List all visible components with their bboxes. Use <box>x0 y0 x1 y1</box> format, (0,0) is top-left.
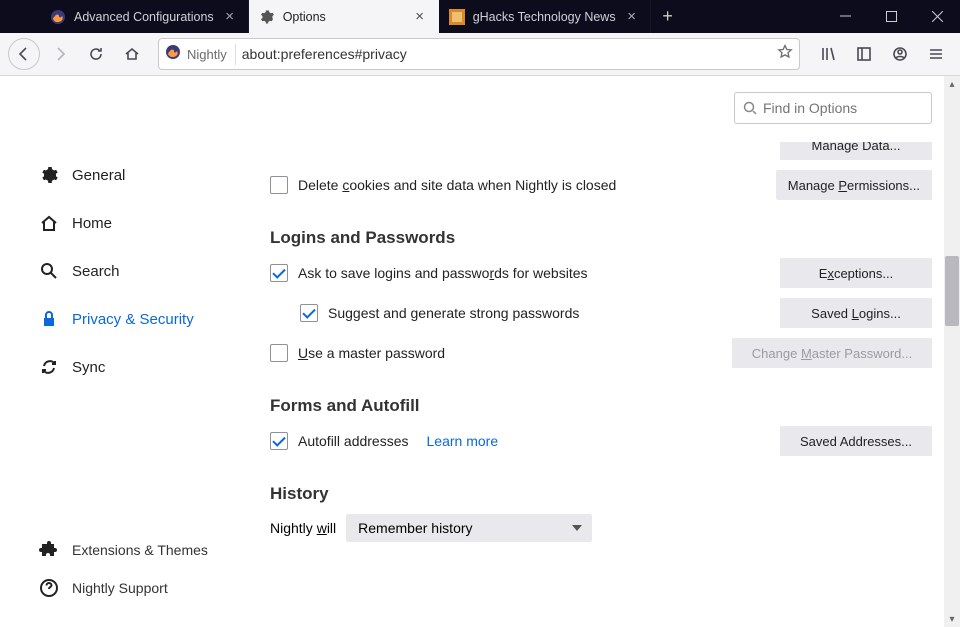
home-button[interactable] <box>116 38 148 70</box>
home-icon <box>38 213 60 233</box>
sidebar-label: Extensions & Themes <box>72 542 208 558</box>
app-menu-button[interactable] <box>920 38 952 70</box>
search-icon <box>742 100 758 121</box>
checkbox-label: Suggest and generate strong passwords <box>328 305 579 321</box>
lock-icon <box>38 309 60 329</box>
change-master-password-button: Change Master Password... <box>732 338 932 368</box>
history-mode-row: Nightly will Remember history <box>270 514 932 542</box>
prefs-main: Manage Data... Delete cookies and site d… <box>240 76 960 627</box>
titlebar: Advanced Configurations × Options × gHac… <box>0 0 960 33</box>
master-password-checkbox[interactable] <box>270 344 288 362</box>
delete-cookies-checkbox[interactable] <box>270 176 288 194</box>
sidebar-item-general[interactable]: General <box>38 151 240 199</box>
firefox-logo-icon <box>165 44 181 65</box>
checkbox-label: Ask to save logins and passwords for web… <box>298 265 588 281</box>
sidebar-label: General <box>72 167 125 184</box>
find-wrap <box>734 92 932 124</box>
sidebar-item-search[interactable]: Search <box>38 247 240 295</box>
suggest-strong-row: Suggest and generate strong passwords <box>300 304 579 322</box>
tab-label: Advanced Configurations <box>74 10 214 24</box>
search-icon <box>38 261 60 281</box>
sidebar-item-support[interactable]: Nightly Support <box>38 569 240 607</box>
ask-save-logins-row: Ask to save logins and passwords for web… <box>270 264 588 282</box>
help-icon <box>38 578 60 598</box>
checkbox-label: Use a master password <box>298 345 445 361</box>
gear-icon <box>38 165 60 185</box>
autofill-addresses-checkbox[interactable] <box>270 432 288 450</box>
find-in-options-input[interactable] <box>734 92 932 124</box>
account-button[interactable] <box>884 38 916 70</box>
firefox-icon <box>50 9 66 25</box>
minimize-button[interactable] <box>822 0 868 33</box>
tab-label: gHacks Technology News <box>473 10 616 24</box>
sidebar-label: Sync <box>72 359 105 376</box>
master-password-row: Use a master password <box>270 344 445 362</box>
sidebar-item-privacy[interactable]: Privacy & Security <box>38 295 240 343</box>
checkbox-label: Delete cookies and site data when Nightl… <box>298 177 616 193</box>
identity-box[interactable]: Nightly <box>165 44 236 65</box>
reload-button[interactable] <box>80 38 112 70</box>
ghacks-icon <box>449 9 465 25</box>
ask-save-logins-checkbox[interactable] <box>270 264 288 282</box>
history-label: Nightly will <box>270 520 336 536</box>
checkbox-label: Autofill addresses <box>298 433 409 449</box>
scroll-down-icon[interactable]: ▾ <box>944 611 960 627</box>
gear-icon <box>259 9 275 25</box>
section-logins-title: Logins and Passwords <box>270 228 932 248</box>
tab-strip: Advanced Configurations × Options × gHac… <box>0 0 822 33</box>
new-tab-button[interactable]: + <box>651 0 685 33</box>
navbar: Nightly about:preferences#privacy <box>0 33 960 76</box>
scroll-up-icon[interactable]: ▴ <box>944 76 960 92</box>
delete-cookies-row: Delete cookies and site data when Nightl… <box>270 176 616 194</box>
window-controls <box>822 0 960 33</box>
close-icon[interactable]: × <box>412 9 428 25</box>
sidebar-label: Nightly Support <box>72 580 168 596</box>
forward-button <box>44 38 76 70</box>
bookmark-star-icon[interactable] <box>777 44 793 65</box>
manage-data-button[interactable]: Manage Data... <box>780 142 932 160</box>
sidebar-button[interactable] <box>848 38 880 70</box>
sidebar-label: Privacy & Security <box>72 311 194 328</box>
url-bar[interactable]: Nightly about:preferences#privacy <box>158 38 800 70</box>
saved-addresses-button[interactable]: Saved Addresses... <box>780 426 932 456</box>
content-scrollbar[interactable]: ▴ ▾ <box>944 76 960 627</box>
sidebar-label: Home <box>72 215 112 232</box>
close-icon[interactable]: × <box>222 9 238 25</box>
puzzle-icon <box>38 540 60 560</box>
tab-ghacks[interactable]: gHacks Technology News × <box>439 0 651 33</box>
tab-options[interactable]: Options × <box>249 0 439 33</box>
history-mode-select[interactable]: Remember history <box>346 514 592 542</box>
url-text: about:preferences#privacy <box>242 46 771 62</box>
section-history-title: History <box>270 484 932 504</box>
sync-icon <box>38 357 60 377</box>
sidebar-item-sync[interactable]: Sync <box>38 343 240 391</box>
exceptions-button[interactable]: Exceptions... <box>780 258 932 288</box>
library-button[interactable] <box>812 38 844 70</box>
close-icon[interactable]: × <box>624 9 640 25</box>
suggest-strong-checkbox[interactable] <box>300 304 318 322</box>
sidebar-label: Search <box>72 263 120 280</box>
autofill-addresses-row: Autofill addresses Learn more <box>270 432 498 450</box>
tab-advanced-config[interactable]: Advanced Configurations × <box>40 0 249 33</box>
prefs-body: Manage Data... Delete cookies and site d… <box>240 76 932 542</box>
identity-label: Nightly <box>187 47 227 62</box>
sidebar-bottom: Extensions & Themes Nightly Support <box>38 531 240 607</box>
manage-permissions-button[interactable]: Manage Permissions... <box>776 170 932 200</box>
back-button[interactable] <box>8 38 40 70</box>
maximize-button[interactable] <box>868 0 914 33</box>
learn-more-link[interactable]: Learn more <box>427 433 499 449</box>
prefs-sidebar: General Home Search Privacy & Security S… <box>0 76 240 627</box>
sidebar-item-home[interactable]: Home <box>38 199 240 247</box>
saved-logins-button[interactable]: Saved Logins... <box>780 298 932 328</box>
sidebar-item-extensions[interactable]: Extensions & Themes <box>38 531 240 569</box>
close-window-button[interactable] <box>914 0 960 33</box>
tab-label: Options <box>283 10 404 24</box>
scroll-thumb[interactable] <box>945 256 959 326</box>
section-forms-title: Forms and Autofill <box>270 396 932 416</box>
content-area: General Home Search Privacy & Security S… <box>0 76 960 627</box>
